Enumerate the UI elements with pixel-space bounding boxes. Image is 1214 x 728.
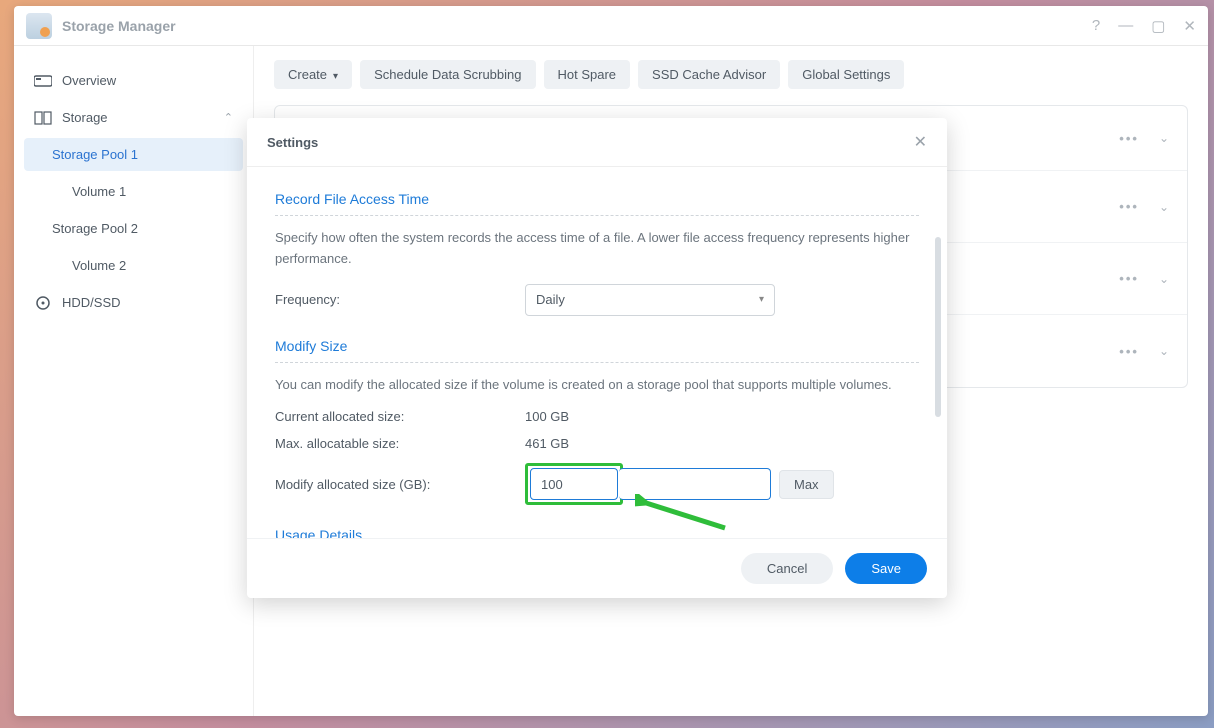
hdd-icon [34,296,52,310]
sidebar-item-storage-pool-1[interactable]: Storage Pool 1 [24,138,243,171]
modal-body: Record File Access Time Specify how ofte… [247,167,947,538]
maximize-icon[interactable]: ▢ [1151,17,1165,35]
ssd-cache-advisor-button[interactable]: SSD Cache Advisor [638,60,780,89]
modal-title: Settings [267,135,914,150]
toolbar: Create ▾ Schedule Data Scrubbing Hot Spar… [274,60,1188,89]
window-controls: ? — ▢ ✕ [1092,17,1196,35]
close-icon[interactable]: ✕ [914,132,927,152]
sidebar-label-hdd: HDD/SSD [62,295,121,310]
current-size-row: Current allocated size: 100 GB [275,409,919,424]
scrollbar[interactable] [935,237,941,417]
sidebar: Overview Storage ⌃ Storage Pool 1 Volume… [14,46,254,716]
section-title-record-access-time: Record File Access Time [275,191,919,216]
sidebar-item-storage-pool-2[interactable]: Storage Pool 2 [24,212,243,245]
annotation-highlight [525,463,623,505]
more-actions-icon[interactable]: ••• [1119,131,1139,146]
sidebar-label-vol2: Volume 2 [72,258,126,273]
global-settings-button[interactable]: Global Settings [788,60,904,89]
app-icon [26,13,52,39]
frequency-row: Frequency: Daily ▾ [275,284,919,316]
sidebar-label-pool1: Storage Pool 1 [52,147,138,162]
sidebar-item-volume-1[interactable]: Volume 1 [24,175,243,208]
create-button[interactable]: Create ▾ [274,60,352,89]
dropdown-caret-icon: ▾ [759,294,764,305]
hot-spare-button[interactable]: Hot Spare [544,60,631,89]
chevron-down-icon[interactable]: ⌄ [1159,344,1169,358]
frequency-select[interactable]: Daily ▾ [525,284,775,316]
section-title-modify-size: Modify Size [275,338,919,363]
current-size-label: Current allocated size: [275,409,525,424]
more-actions-icon[interactable]: ••• [1119,271,1139,286]
modal-header: Settings ✕ [247,118,947,167]
save-button[interactable]: Save [845,553,927,584]
sidebar-item-volume-2[interactable]: Volume 2 [24,249,243,282]
chevron-up-icon[interactable]: ⌃ [224,111,233,124]
modify-size-input[interactable] [530,468,618,500]
max-size-value: 461 GB [525,436,569,451]
more-actions-icon[interactable]: ••• [1119,199,1139,214]
modify-size-label: Modify allocated size (GB): [275,477,525,492]
caret-down-icon: ▾ [333,71,338,82]
chevron-down-icon[interactable]: ⌄ [1159,131,1169,145]
max-size-row: Max. allocatable size: 461 GB [275,436,919,451]
create-label: Create [288,67,327,82]
help-icon[interactable]: ? [1092,17,1100,34]
sidebar-item-storage[interactable]: Storage ⌃ [24,101,243,134]
current-size-value: 100 GB [525,409,569,424]
chevron-down-icon[interactable]: ⌄ [1159,272,1169,286]
schedule-scrubbing-button[interactable]: Schedule Data Scrubbing [360,60,535,89]
modal-footer: Cancel Save [247,538,947,598]
cancel-button[interactable]: Cancel [741,553,833,584]
sidebar-label-storage: Storage [62,110,108,125]
section-title-usage-details: Usage Details [275,527,919,538]
minimize-icon[interactable]: — [1118,17,1133,34]
more-actions-icon[interactable]: ••• [1119,344,1139,359]
overview-icon [34,74,52,88]
sidebar-item-hdd-ssd[interactable]: HDD/SSD [24,286,243,319]
sidebar-label-overview: Overview [62,73,116,88]
frequency-label: Frequency: [275,292,525,307]
sidebar-item-overview[interactable]: Overview [24,64,243,97]
close-window-icon[interactable]: ✕ [1183,17,1196,35]
section-desc: Specify how often the system records the… [275,228,919,270]
modify-size-row: Modify allocated size (GB): Max [275,463,919,505]
storage-icon [34,111,52,125]
frequency-value: Daily [536,292,565,307]
app-title: Storage Manager [62,18,1092,34]
modify-size-input-extension[interactable] [619,468,771,500]
section-desc: You can modify the allocated size if the… [275,375,919,396]
max-size-label: Max. allocatable size: [275,436,525,451]
settings-modal: Settings ✕ Record File Access Time Speci… [247,118,947,598]
chevron-down-icon[interactable]: ⌄ [1159,200,1169,214]
sidebar-label-vol1: Volume 1 [72,184,126,199]
titlebar: Storage Manager ? — ▢ ✕ [14,6,1208,46]
sidebar-label-pool2: Storage Pool 2 [52,221,138,236]
max-button[interactable]: Max [779,470,834,499]
